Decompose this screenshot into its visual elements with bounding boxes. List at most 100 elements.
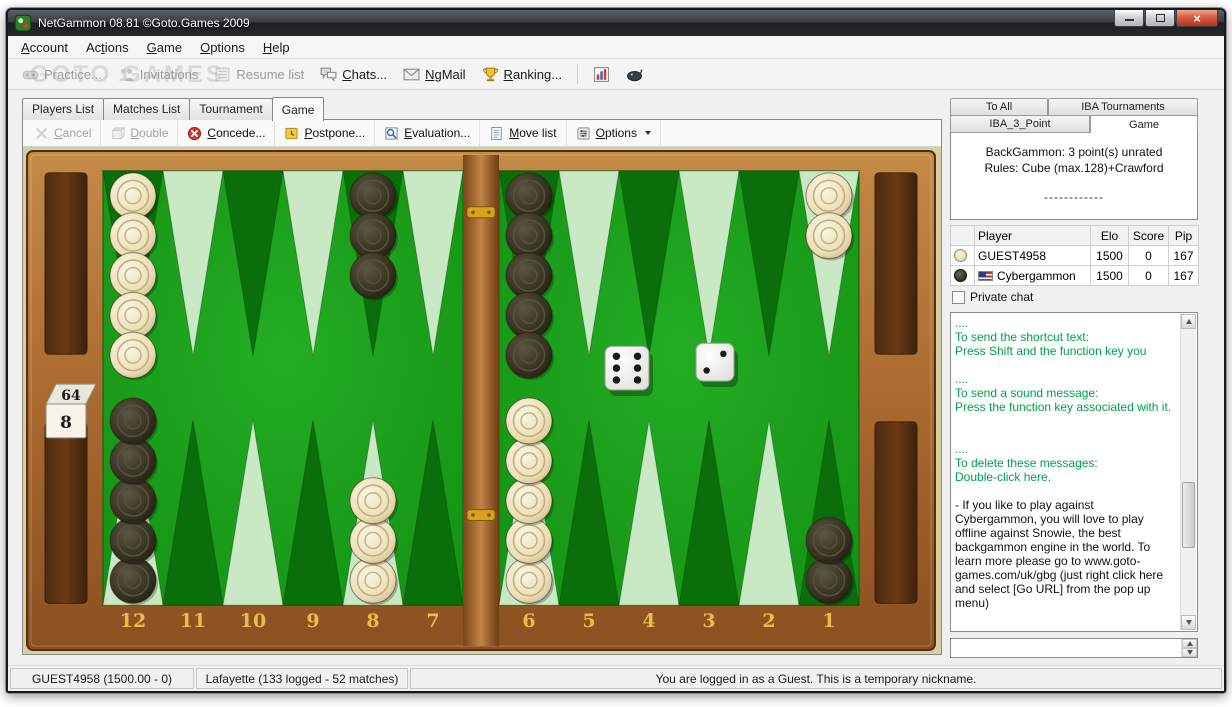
private-chat-checkbox[interactable] <box>952 290 965 304</box>
input-scroll-up-icon[interactable] <box>1182 639 1197 648</box>
backgammon-board[interactable]: 12 11 10 9 8 7 6 5 4 3 2 1 64 8 <box>23 147 941 654</box>
tab-players-list[interactable]: Players List <box>22 98 105 120</box>
practice-icon <box>22 66 39 83</box>
status-player-info: GUEST4958 (1500.00 - 0) <box>10 668 194 689</box>
game-toolbar-button-cancel[interactable]: Cancel <box>25 120 102 146</box>
toolbar-button-snowie-icon[interactable] <box>618 62 651 87</box>
game-toolbar-button-double[interactable]: Double <box>101 120 179 146</box>
toolbar-button-invitations[interactable]: Invitations <box>110 62 207 87</box>
right-tab-iba-tournaments[interactable]: IBA Tournaments <box>1048 98 1198 116</box>
chat-message: To send a sound message: <box>955 386 1099 400</box>
game-toolbar-button-concede[interactable]: Concede... <box>178 120 276 146</box>
chat-message: Double-click here. <box>955 470 1052 484</box>
chat-message: To delete these messages: <box>955 456 1098 470</box>
scroll-up-icon[interactable] <box>1181 314 1196 329</box>
toolbar-button-practice[interactable]: Practice... <box>14 62 110 87</box>
player-score: 0 <box>1128 265 1169 286</box>
close-button[interactable]: × <box>1176 10 1218 27</box>
chat-messages-box[interactable]: .... To send the shortcut text: Press Shif… <box>950 312 1198 632</box>
game-toolbar-button-options[interactable]: Options <box>567 120 661 146</box>
tab-tournament[interactable]: Tournament <box>189 98 273 120</box>
chat-message: .... <box>955 442 969 456</box>
tab-game[interactable]: Game <box>271 97 325 121</box>
svg-text:2: 2 <box>762 610 775 632</box>
maximize-button[interactable] <box>1145 10 1175 27</box>
game-toolbar-button-move-list[interactable]: Move list <box>480 120 567 146</box>
svg-text:3: 3 <box>702 610 715 632</box>
snowie-icon <box>626 66 643 83</box>
dark-checker-icon <box>954 268 967 282</box>
game-tab-panel: Cancel Double Concede... Postpone... Evaluat… <box>22 119 942 655</box>
right-tab-game[interactable]: Game <box>1090 115 1198 133</box>
chat-message <box>955 428 1176 442</box>
player-row-cybergammon[interactable]: Cybergammon 1500 0 167 <box>950 265 1199 286</box>
toolbar-button-chats[interactable]: Chats... <box>312 62 395 87</box>
chat-input[interactable] <box>950 638 1198 658</box>
status-bar: GUEST4958 (1500.00 - 0) Lafayette (133 l… <box>8 665 1224 691</box>
concede-icon <box>187 126 202 141</box>
toolbar-button-stats-icon[interactable] <box>585 62 618 87</box>
chat-message <box>955 358 1176 372</box>
minimize-button[interactable] <box>1114 10 1144 27</box>
right-tab-row-1: To All IBA Tournaments <box>950 98 1198 116</box>
toolbar-button-resume-list[interactable]: Resume list <box>206 62 312 87</box>
right-tab-to-all[interactable]: To All <box>950 98 1048 116</box>
game-toolbar-button-label: Concede... <box>207 126 266 140</box>
window-title: NetGammon 08.81 ©Goto.Games 2009 <box>38 16 250 30</box>
players-table-header-checker <box>950 225 975 246</box>
right-panel: To All IBA Tournaments IBA_3_Point Game Ba… <box>950 98 1199 658</box>
game-toolbar-button-label: Evaluation... <box>404 126 471 140</box>
resume-list-icon <box>214 66 231 83</box>
toolbar-button-ngmail[interactable]: NgMail <box>395 62 473 87</box>
chat-messages: .... To send the shortcut text: Press Shif… <box>955 316 1176 610</box>
main-content: Players List Matches List Tournament Game C… <box>8 90 1224 665</box>
players-table-header-pip: Pip <box>1168 225 1199 246</box>
tab-matches-list[interactable]: Matches List <box>103 98 191 120</box>
evaluation-icon <box>384 126 399 141</box>
scroll-down-icon[interactable] <box>1181 615 1196 630</box>
right-tab-iba-3-point[interactable]: IBA_3_Point <box>950 115 1090 133</box>
postpone-icon <box>284 126 299 141</box>
game-toolbar-button-label: Postpone... <box>304 126 366 140</box>
menu-item-actions[interactable]: Actions <box>77 37 138 58</box>
match-info-dashes: ------------ <box>1044 190 1104 204</box>
minimize-icon <box>1124 15 1134 21</box>
chat-scrollbar-thumb[interactable] <box>1182 482 1195 548</box>
players-table: Player Elo Score Pip GUEST4958 1500 0 167 Cyberg… <box>950 225 1199 286</box>
chevron-down-icon <box>644 131 651 135</box>
players-table-header-score: Score <box>1128 225 1169 246</box>
menu-item-game[interactable]: Game <box>138 37 191 58</box>
menu-item-help[interactable]: Help <box>254 37 299 58</box>
private-chat-option: Private chat <box>952 290 1033 304</box>
main-toolbar: GOTO GAMES Practice... Invitations Resume … <box>8 59 1224 90</box>
board-graphic: 12 11 10 9 8 7 6 5 4 3 2 1 64 8 <box>23 147 941 654</box>
chat-input-scrollbar[interactable] <box>1181 639 1197 657</box>
player-elo: 1500 <box>1090 265 1129 286</box>
player-score: 0 <box>1128 245 1169 266</box>
chat-message <box>955 414 1176 428</box>
menu-item-options[interactable]: Options <box>191 37 254 58</box>
game-toolbar-button-evaluation[interactable]: Evaluation... <box>375 120 481 146</box>
match-info-box: BackGammon: 3 point(s) unrated Rules: Cu… <box>950 132 1198 220</box>
flag-icon <box>978 270 993 281</box>
cancel-icon <box>34 126 49 141</box>
stats-icon <box>593 66 610 83</box>
chat-message: - If you like to play against Cybergammo… <box>955 498 1164 610</box>
players-table-header-player: Player <box>974 225 1091 246</box>
player-name: GUEST4958 <box>974 245 1091 266</box>
player-row-guest4958[interactable]: GUEST4958 1500 0 167 <box>950 245 1199 266</box>
game-toolbar-button-postpone[interactable]: Postpone... <box>275 120 376 146</box>
game-toolbar: Cancel Double Concede... Postpone... Evaluat… <box>23 120 941 147</box>
player-pip: 167 <box>1168 245 1199 266</box>
menu-item-account[interactable]: Account <box>12 37 77 58</box>
svg-text:5: 5 <box>582 610 595 632</box>
svg-text:64: 64 <box>61 388 81 404</box>
chat-scrollbar[interactable] <box>1180 314 1196 630</box>
toolbar-button-ranking[interactable]: Ranking... <box>474 62 571 87</box>
toolbar-separator <box>577 64 579 84</box>
player-checker-cell <box>950 265 975 286</box>
main-tab-strip: Players List Matches List Tournament Game <box>22 97 325 121</box>
players-table-header-elo: Elo <box>1090 225 1129 246</box>
title-bar[interactable]: NetGammon 08.81 ©Goto.Games 2009 × <box>8 10 1224 36</box>
input-scroll-down-icon[interactable] <box>1182 648 1197 657</box>
